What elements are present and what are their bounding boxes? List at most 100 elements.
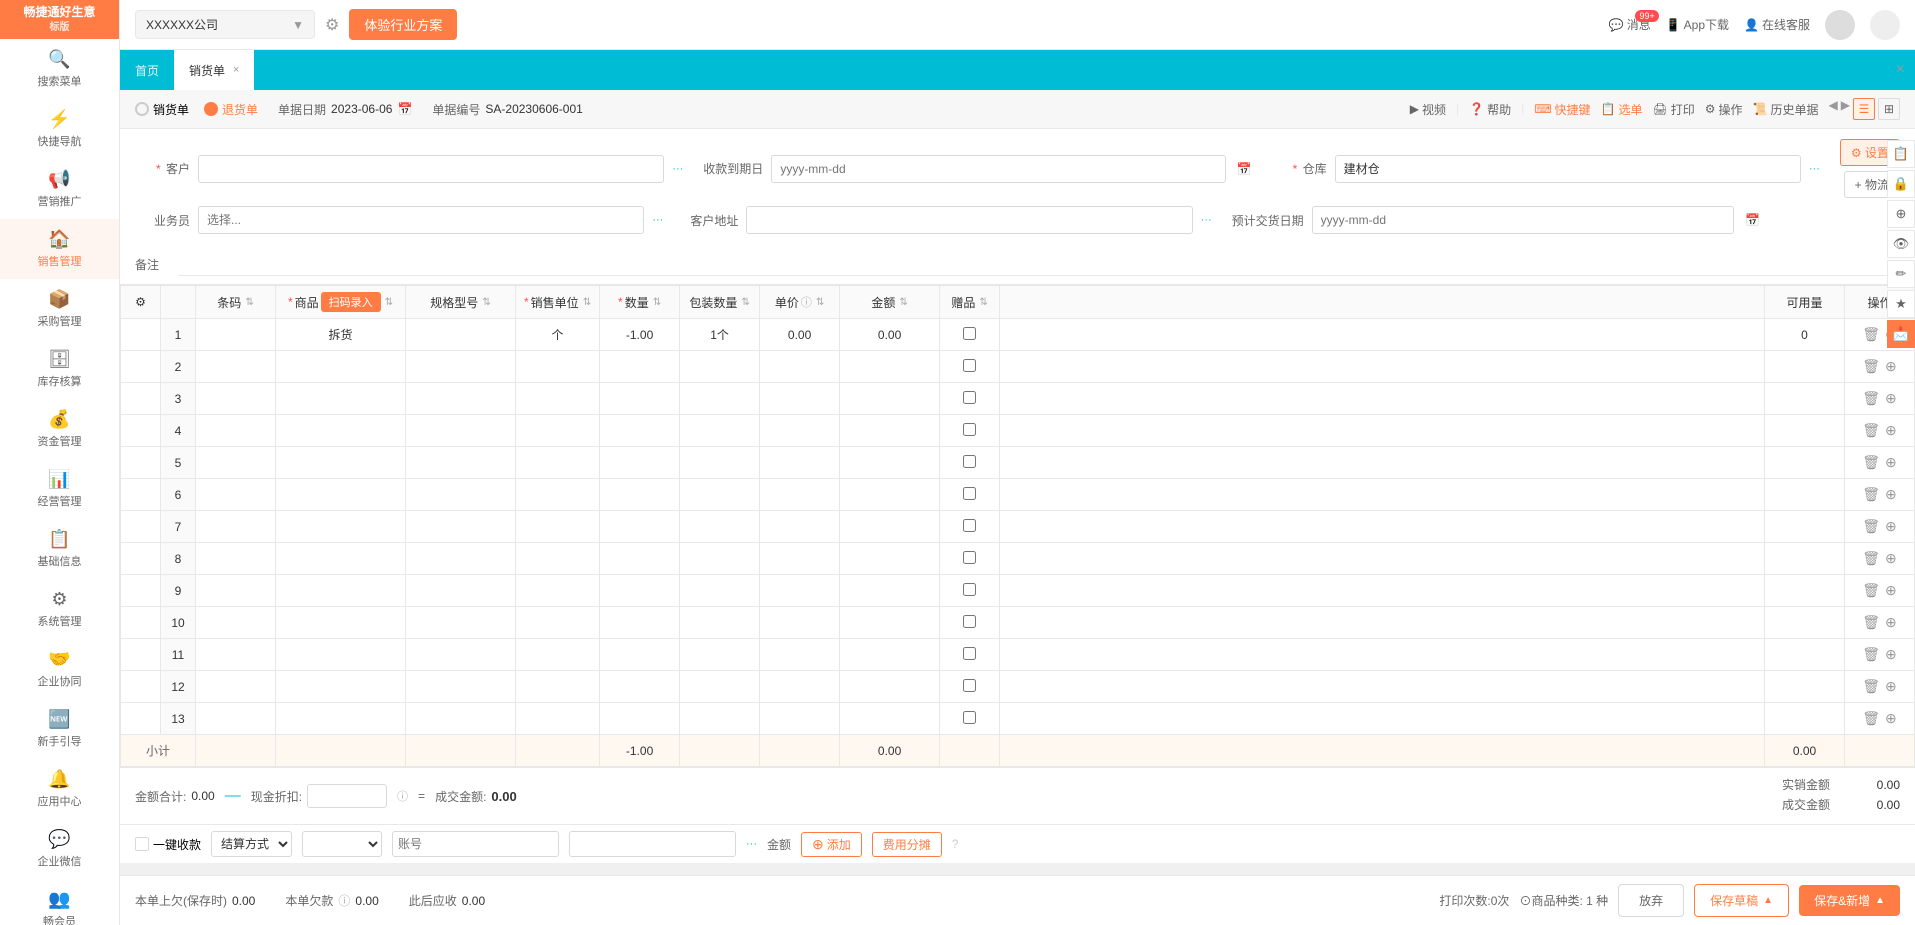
history-btn[interactable]: 📜 历史单据 (1753, 101, 1819, 118)
shortcut-btn[interactable]: ⌨ 快捷键 (1534, 101, 1590, 118)
product-sort-icon[interactable]: ⇅ (385, 297, 393, 308)
online-service-btn[interactable]: 👤 在线客服 (1744, 16, 1810, 33)
row-gift-check-3[interactable] (963, 391, 976, 404)
gift-sort-icon[interactable]: ⇅ (979, 297, 987, 308)
sidebar-item-sales[interactable]: 🏠 销售管理 (0, 219, 119, 279)
tab-close-icon[interactable]: × (233, 64, 239, 76)
one-click-payment-check[interactable]: 一键收款 (135, 836, 201, 853)
barcode-sort-icon[interactable]: ⇅ (245, 297, 253, 308)
save-draft-btn[interactable]: 保存草稿 ▲ (1694, 884, 1789, 917)
row-delete-3[interactable]: 🗑 (1862, 390, 1880, 407)
amount-input[interactable] (569, 831, 736, 857)
row-gift-check-7[interactable] (963, 519, 976, 532)
row-copy-13[interactable]: ⊕ (1885, 710, 1897, 727)
scan-btn[interactable]: 扫码录入 (321, 292, 381, 312)
th-amount[interactable]: 金额 ⇅ (840, 286, 940, 319)
sidebar-item-app-center[interactable]: 🔔 应用中心 (0, 759, 119, 819)
discount-input[interactable] (307, 784, 387, 808)
due-date-calendar-icon[interactable]: 📅 (1237, 162, 1252, 176)
row-gift-check-8[interactable] (963, 551, 976, 564)
sidebar-item-basic-info[interactable]: 📋 基础信息 (0, 519, 119, 579)
sidebar-item-operations[interactable]: 📊 经营管理 (0, 459, 119, 519)
row-delete-5[interactable]: 🗑 (1862, 454, 1880, 471)
salesperson-input[interactable] (198, 206, 644, 234)
row-copy-9[interactable]: ⊕ (1885, 582, 1897, 599)
payment-help-icon[interactable]: ? (952, 837, 959, 851)
sidebar-item-purchase[interactable]: 📦 采购管理 (0, 279, 119, 339)
row-delete-1[interactable]: 🗑 (1862, 326, 1880, 343)
company-selector[interactable]: XXXXXX公司 ▼ (135, 10, 315, 39)
radio-sales[interactable]: 销货单 (135, 101, 189, 118)
customer-addr-input[interactable] (746, 206, 1192, 234)
row-barcode-1[interactable] (196, 319, 276, 351)
row-delete-8[interactable]: 🗑 (1862, 550, 1880, 567)
sidebar-item-members[interactable]: 👥 畅会员 (0, 879, 119, 925)
row-gift-check-1[interactable] (963, 327, 976, 340)
messages-btn[interactable]: 💬 消息 99+ (1609, 16, 1651, 33)
th-unit[interactable]: * 销售单位 ⇅ (516, 286, 600, 319)
help-btn[interactable]: ❓ 帮助 (1469, 101, 1511, 118)
th-barcode[interactable]: 条码 ⇅ (196, 286, 276, 319)
calc-method-select[interactable]: 结算方式 (211, 831, 292, 857)
price-sort-icon[interactable]: ⇅ (816, 297, 824, 308)
row-price-1[interactable]: 0.00 (760, 319, 840, 351)
row-spec-1[interactable] (406, 319, 516, 351)
right-tool-edit[interactable]: ✏ (1887, 260, 1915, 288)
row-product-1[interactable]: 拆货 (276, 319, 406, 351)
pkg-qty-sort-icon[interactable]: ⇅ (741, 297, 749, 308)
row-delete-11[interactable]: 🗑 (1862, 646, 1880, 663)
expected-date-input[interactable] (1312, 206, 1734, 234)
row-delete-9[interactable]: 🗑 (1862, 582, 1880, 599)
row-gift-check-2[interactable] (963, 359, 976, 372)
row-copy-6[interactable]: ⊕ (1885, 486, 1897, 503)
tab-sales-order[interactable]: 销货单 × (174, 50, 254, 90)
spec-sort-icon[interactable]: ⇅ (482, 297, 490, 308)
next-nav[interactable]: ▶ (1841, 98, 1850, 120)
row-gift-check-11[interactable] (963, 647, 976, 660)
sidebar-item-search[interactable]: 🔍 搜索菜单 (0, 39, 119, 99)
add-payment-btn[interactable]: ⊕ 添加 (801, 832, 862, 857)
row-amount-1[interactable]: 0.00 (840, 319, 940, 351)
row-pkgqty-1[interactable]: 1个 (680, 319, 760, 351)
sidebar-item-quick-nav[interactable]: ⚡ 快捷导航 (0, 99, 119, 159)
print-btn[interactable]: 🖨 打印 (1653, 101, 1695, 118)
unit-sort-icon[interactable]: ⇅ (583, 297, 591, 308)
row-gift-check-6[interactable] (963, 487, 976, 500)
calc-method-select2[interactable] (302, 831, 382, 857)
expense-btn[interactable]: 费用分摊 (872, 832, 942, 857)
abandon-btn[interactable]: 放弃 (1618, 884, 1684, 917)
row-gift-1[interactable] (940, 319, 1000, 351)
row-gift-check-5[interactable] (963, 455, 976, 468)
th-pkg-qty[interactable]: 包装数量 ⇅ (680, 286, 760, 319)
row-gift-check-10[interactable] (963, 615, 976, 628)
salesperson-more-icon[interactable]: ··· (652, 214, 663, 226)
account-input[interactable] (392, 831, 559, 857)
sidebar-item-inventory[interactable]: 🗄 库存核算 (0, 339, 119, 399)
th-product[interactable]: * 商品 扫码录入 ⇅ (276, 286, 406, 319)
row-gift-check-9[interactable] (963, 583, 976, 596)
right-tool-star[interactable]: ★ (1887, 290, 1915, 318)
row-delete-7[interactable]: 🗑 (1862, 518, 1880, 535)
warehouse-more-icon[interactable]: ··· (1809, 163, 1820, 175)
amount-sort-icon[interactable]: ⇅ (899, 297, 907, 308)
sidebar-item-marketing[interactable]: 📢 营销推广 (0, 159, 119, 219)
select-btn[interactable]: 📋 选单 (1601, 101, 1643, 118)
settings-icon[interactable]: ⚙ (325, 15, 339, 35)
tab-bar-close[interactable]: × (1886, 61, 1915, 79)
discount-info-icon[interactable]: ⓘ (397, 788, 408, 804)
row-gift-check-13[interactable] (963, 711, 976, 724)
th-price[interactable]: 单价 ⓘ ⇅ (760, 286, 840, 319)
radio-return[interactable]: 退货单 (204, 101, 258, 118)
th-qty[interactable]: * 数量 ⇅ (600, 286, 680, 319)
remark-input[interactable] (178, 252, 1900, 276)
row-copy-4[interactable]: ⊕ (1885, 422, 1897, 439)
sidebar-item-finance[interactable]: 💰 资金管理 (0, 399, 119, 459)
row-gift-check-12[interactable] (963, 679, 976, 692)
row-copy-5[interactable]: ⊕ (1885, 454, 1897, 471)
row-copy-12[interactable]: ⊕ (1885, 678, 1897, 695)
sidebar-item-guide[interactable]: 🆕 新手引导 (0, 699, 119, 759)
payment-more-icon[interactable]: ··· (746, 838, 757, 850)
sidebar-item-wechat[interactable]: 💬 企业微信 (0, 819, 119, 879)
row-qty-1[interactable]: -1.00 (600, 319, 680, 351)
due-date-input[interactable] (771, 155, 1225, 183)
